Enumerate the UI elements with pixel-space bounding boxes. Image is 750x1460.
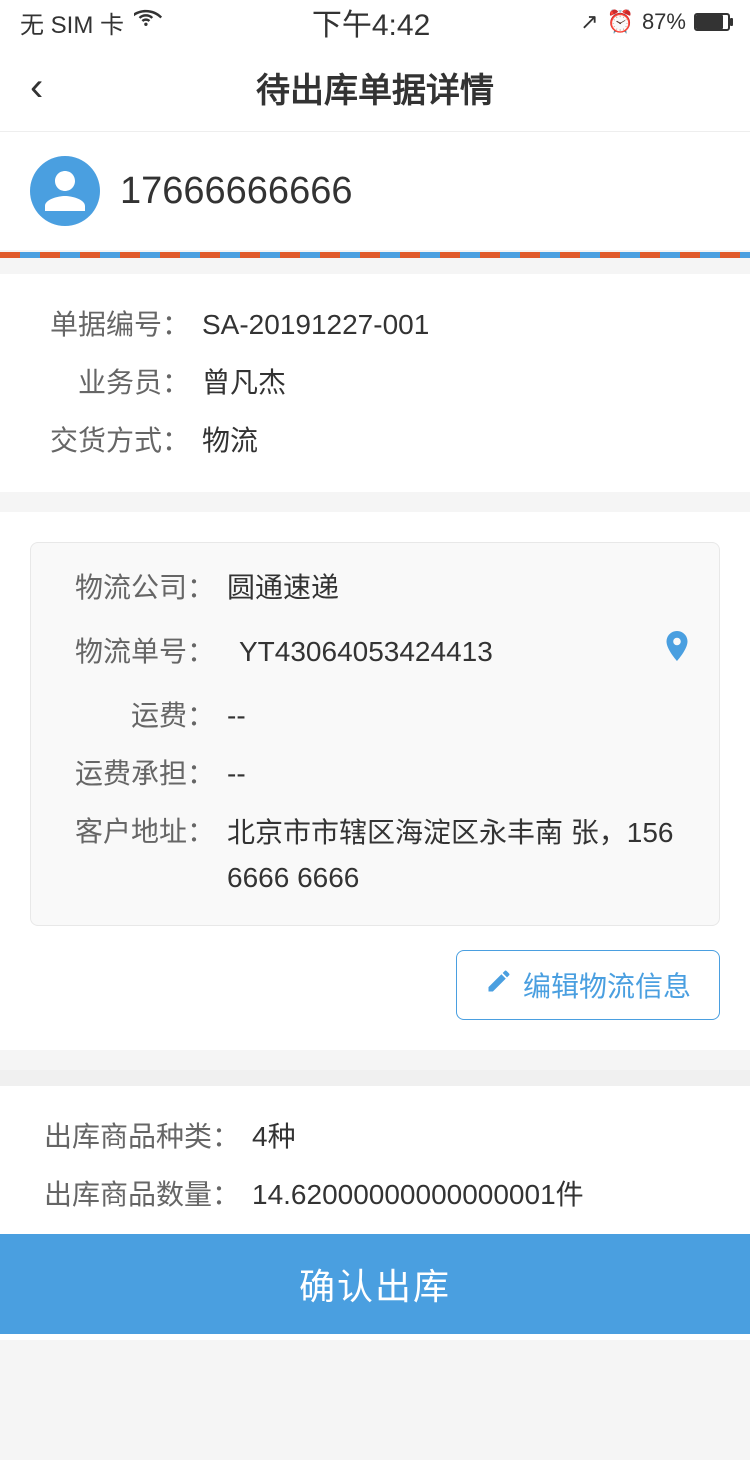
location-icon[interactable] — [659, 625, 695, 679]
alarm-icon: ⏰ — [607, 9, 634, 35]
company-value: 圆通速递 — [227, 567, 695, 609]
salesperson-value: 曾凡杰 — [202, 362, 720, 404]
delivery-value: 物流 — [202, 420, 720, 462]
salesperson-label: 业务员： — [30, 362, 190, 404]
freight-bear-label: 运费承担： — [55, 753, 215, 795]
order-info-section: 单据编号： SA-20191227-001 业务员： 曾凡杰 交货方式： 物流 — [0, 274, 750, 492]
edit-logistics-label: 编辑物流信息 — [523, 965, 691, 1005]
company-row: 物流公司： 圆通速递 — [55, 567, 695, 609]
freight-bear-row: 运费承担： -- — [55, 753, 695, 795]
address-value: 北京市市辖区海淀区永丰南 张，156 6666 6666 — [227, 811, 695, 901]
location-icon: ↗ — [580, 9, 598, 35]
order-no-value: SA-20191227-001 — [202, 304, 720, 346]
page-title: 待出库单据详情 — [256, 63, 494, 112]
delivery-label: 交货方式： — [30, 420, 190, 462]
avatar — [30, 156, 100, 226]
delivery-row: 交货方式： 物流 — [30, 420, 720, 462]
address-label: 客户地址： — [55, 811, 215, 853]
product-types-value: 4种 — [252, 1116, 720, 1158]
battery-text: 87% — [642, 9, 686, 35]
product-types-row: 出库商品种类： 4种 — [30, 1116, 720, 1158]
freight-row: 运费： -- — [55, 695, 695, 737]
freight-bear-value: -- — [227, 753, 695, 795]
customer-header: 17666666666 — [0, 132, 750, 250]
edit-logistics-container: 编辑物流信息 — [30, 950, 720, 1020]
carrier-text: 无 SIM 卡 — [20, 5, 124, 40]
wifi-icon — [134, 8, 162, 36]
product-quantity-label: 出库商品数量： — [30, 1174, 240, 1216]
section-divider — [0, 1070, 750, 1086]
tracking-no-row: 物流单号： YT43064053424413 — [55, 625, 695, 679]
customer-phone: 17666666666 — [120, 170, 352, 213]
freight-label: 运费： — [55, 695, 215, 737]
status-right: ↗ ⏰ 87% — [580, 9, 730, 35]
company-label: 物流公司： — [55, 567, 215, 609]
status-bar: 无 SIM 卡 下午4:42 ↗ ⏰ 87% — [0, 0, 750, 44]
order-no-row: 单据编号： SA-20191227-001 — [30, 304, 720, 346]
confirm-bar[interactable]: 确认出库 — [0, 1234, 750, 1334]
product-quantity-row: 出库商品数量： 14.62000000000000001件 — [30, 1174, 720, 1216]
order-no-label: 单据编号： — [30, 304, 190, 346]
status-left: 无 SIM 卡 — [20, 5, 162, 40]
freight-value: -- — [227, 695, 695, 737]
nav-bar: ‹ 待出库单据详情 — [0, 44, 750, 132]
address-row: 客户地址： 北京市市辖区海淀区永丰南 张，156 6666 6666 — [55, 811, 695, 901]
product-quantity-value: 14.62000000000000001件 — [252, 1174, 720, 1216]
salesperson-row: 业务员： 曾凡杰 — [30, 362, 720, 404]
logistics-section: 物流公司： 圆通速递 物流单号： YT43064053424413 运费： --… — [0, 512, 750, 1050]
time-text: 下午4:42 — [312, 0, 430, 44]
tracking-no-value: YT43064053424413 — [239, 631, 647, 673]
battery-icon — [694, 13, 730, 31]
confirm-button-text: 确认出库 — [299, 1258, 451, 1310]
dashed-separator — [0, 252, 750, 258]
back-button[interactable]: ‹ — [30, 65, 43, 110]
edit-logistics-button[interactable]: 编辑物流信息 — [456, 950, 720, 1020]
product-types-label: 出库商品种类： — [30, 1116, 240, 1158]
tracking-no-label: 物流单号： — [55, 631, 215, 673]
edit-icon — [485, 967, 513, 1002]
logistics-card: 物流公司： 圆通速递 物流单号： YT43064053424413 运费： --… — [30, 542, 720, 926]
